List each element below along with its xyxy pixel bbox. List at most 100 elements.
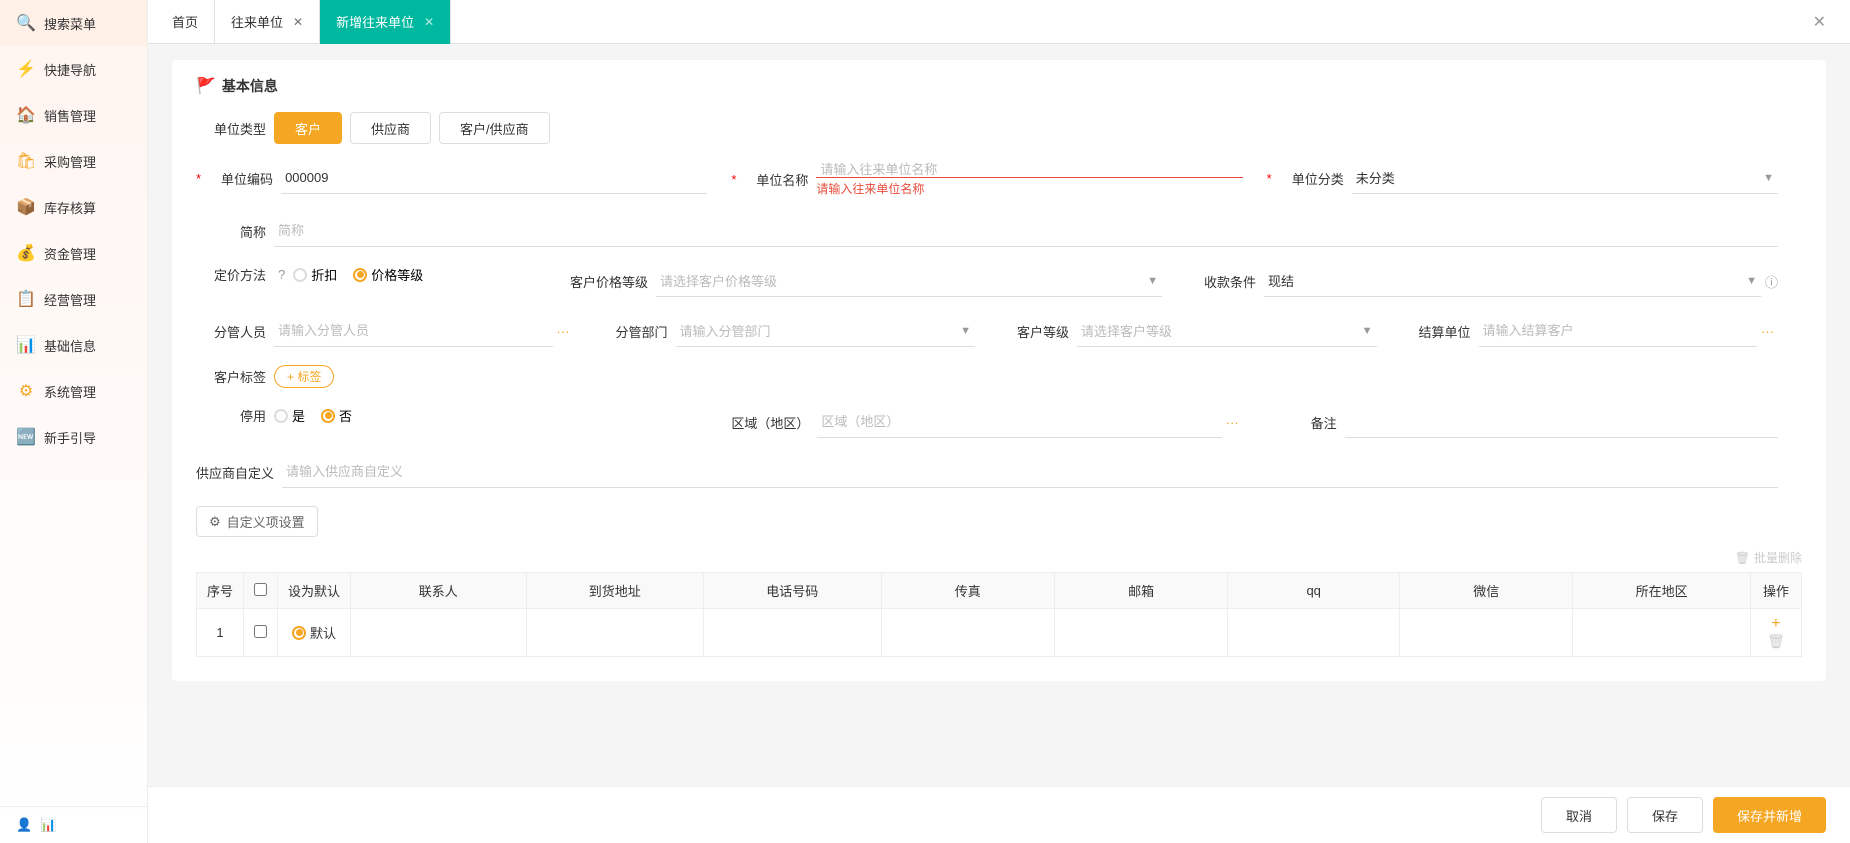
sidebar-item-basic-info[interactable]: 📊 基础信息 [0,322,147,368]
department-field: 分管部门 请输入分管部门 ▼ [598,315,976,347]
customer-price-level-arrow: ▼ [1147,275,1158,287]
disabled-yes-circle [274,409,288,423]
settlement-unit-field: 结算单位 ··· [1401,315,1779,347]
tab-new-partner[interactable]: 新增往来单位 ✕ [320,0,451,44]
col-wechat: 微信 [1399,573,1572,609]
sidebar-item-quick-nav[interactable]: ⚡ 快捷导航 [0,46,147,92]
col-seq: 序号 [197,573,244,609]
row-region [1573,609,1751,657]
basic-info-icon: 📊 [16,335,36,355]
row-phone-input[interactable] [714,625,871,640]
col-phone: 电话号码 [704,573,882,609]
department-select[interactable]: 请输入分管部门 ▼ [676,315,976,347]
sidebar-item-inventory[interactable]: 📦 库存核算 [0,184,147,230]
short-name-field: 简称 [196,215,1778,247]
sidebar-item-system[interactable]: ⚙ 系统管理 [0,368,147,414]
row-checkbox[interactable] [254,625,267,638]
row-address-input[interactable] [537,625,694,640]
col-fax: 传真 [881,573,1054,609]
region-label: 区域（地区） [731,413,809,432]
unit-type-supplier-btn[interactable]: 供应商 [350,112,431,144]
supervisor-more-btn[interactable]: ··· [553,324,574,339]
contacts-table: 序号 设为默认 联系人 到货地址 电话号码 传真 邮箱 qq 微信 所在地区 操… [196,572,1802,657]
disabled-yes-radio[interactable]: 是 [274,406,305,425]
delete-row-button[interactable]: 🗑 [1767,633,1785,649]
disabled-no-circle [321,409,335,423]
select-all-checkbox[interactable] [254,583,267,596]
unit-name-field: * 单位名称 请输入往来单位名称 [731,162,1242,197]
unit-code-field: * 单位编码 [196,162,707,194]
region-more-btn[interactable]: ··· [1222,415,1243,430]
unit-name-input[interactable] [816,162,1242,178]
finance-icon: 💰 [16,243,36,263]
unit-type-label: 单位类型 [196,119,266,138]
col-address: 到货地址 [526,573,704,609]
sidebar-item-sales[interactable]: 🏠 销售管理 [0,92,147,138]
remark-label: 备注 [1267,413,1337,432]
settlement-unit-input[interactable] [1479,315,1758,347]
pricing-help-icon[interactable]: ? [278,267,285,282]
short-name-label: 简称 [196,222,266,241]
payment-terms-help-icon[interactable]: ⓘ [1765,272,1778,291]
sidebar-item-purchase[interactable]: 🛍 采购管理 [0,138,147,184]
unit-category-select[interactable]: 未分类 ▼ [1352,162,1778,194]
add-tag-button[interactable]: + 标签 [274,365,334,388]
window-close-button[interactable]: ✕ [1797,12,1842,32]
tab-home[interactable]: 首页 [156,0,215,44]
disabled-field: 停用 是 否 [196,406,707,425]
supplier-custom-input[interactable] [282,456,1778,488]
batch-delete-label[interactable]: 批量删除 [1754,549,1802,566]
tab-partners[interactable]: 往来单位 ✕ [215,0,320,44]
sidebar-item-operations[interactable]: 📋 经营管理 [0,276,147,322]
payment-terms-arrow: ▼ [1746,275,1757,287]
sidebar-item-finance[interactable]: 💰 资金管理 [0,230,147,276]
disabled-no-radio[interactable]: 否 [321,406,352,425]
row-wechat-input[interactable] [1410,625,1562,640]
tab-new-partner-close[interactable]: ✕ [424,15,434,29]
custom-settings-button[interactable]: ⚙ 自定义项设置 [196,506,318,537]
supplier-custom-field: 供应商自定义 [196,456,1778,488]
customer-level-select[interactable]: 请选择客户等级 ▼ [1077,315,1377,347]
batch-delete-icon: 🗑 [1735,551,1750,565]
tab-bar: 首页 往来单位 ✕ 新增往来单位 ✕ ✕ [148,0,1850,44]
quick-nav-icon: ⚡ [16,59,36,79]
row-qq-input[interactable] [1238,625,1389,640]
row-fax-input[interactable] [892,625,1044,640]
customer-price-level-label: 客户价格等级 [570,272,648,291]
settlement-unit-label: 结算单位 [1401,322,1471,341]
short-name-input[interactable] [274,215,1778,247]
payment-terms-select[interactable]: 现结 ▼ [1264,265,1761,297]
pricing-discount-circle [293,268,307,282]
payment-terms-field: 收款条件 现结 ▼ ⓘ [1186,265,1778,297]
content-area: 🚩 基本信息 单位类型 客户 供应商 客户/供应商 * 单位编码 [148,44,1850,786]
disabled-label: 停用 [196,406,266,425]
sidebar-item-guide[interactable]: 🆕 新手引导 [0,414,147,460]
table-row: 1 默认 [197,609,1802,657]
save-new-button[interactable]: 保存并新增 [1713,797,1826,833]
settlement-unit-more-btn[interactable]: ··· [1757,324,1778,339]
unit-code-label: 单位编码 [203,169,273,188]
unit-type-both-btn[interactable]: 客户/供应商 [439,112,550,144]
save-button[interactable]: 保存 [1627,797,1703,833]
remark-field: 备注 [1267,406,1778,438]
remark-input[interactable] [1345,406,1778,438]
pricing-level-radio[interactable]: 价格等级 [353,265,423,284]
row-contact-input[interactable] [361,625,515,640]
row-email-input[interactable] [1065,625,1217,640]
tab-partners-close[interactable]: ✕ [293,15,303,29]
customer-price-level-select[interactable]: 请选择客户价格等级 ▼ [656,265,1162,297]
sidebar-item-search[interactable]: 🔍 搜索菜单 [0,0,147,46]
row-email [1054,609,1227,657]
unit-code-input[interactable] [281,162,707,194]
cancel-button[interactable]: 取消 [1541,797,1617,833]
sidebar: 🔍 搜索菜单 ⚡ 快捷导航 🏠 销售管理 🛍 采购管理 📦 库存核算 💰 资金管… [0,0,148,843]
unit-type-customer-btn[interactable]: 客户 [274,112,342,144]
row-region-input[interactable] [1583,625,1740,640]
region-input[interactable] [817,406,1221,438]
supervisor-input[interactable] [274,315,553,347]
row-address [526,609,704,657]
footer-bar: 取消 保存 保存并新增 [148,786,1850,843]
add-row-button[interactable]: + [1771,615,1780,632]
pricing-discount-radio[interactable]: 折扣 [293,265,337,284]
guide-icon: 🆕 [16,427,36,447]
